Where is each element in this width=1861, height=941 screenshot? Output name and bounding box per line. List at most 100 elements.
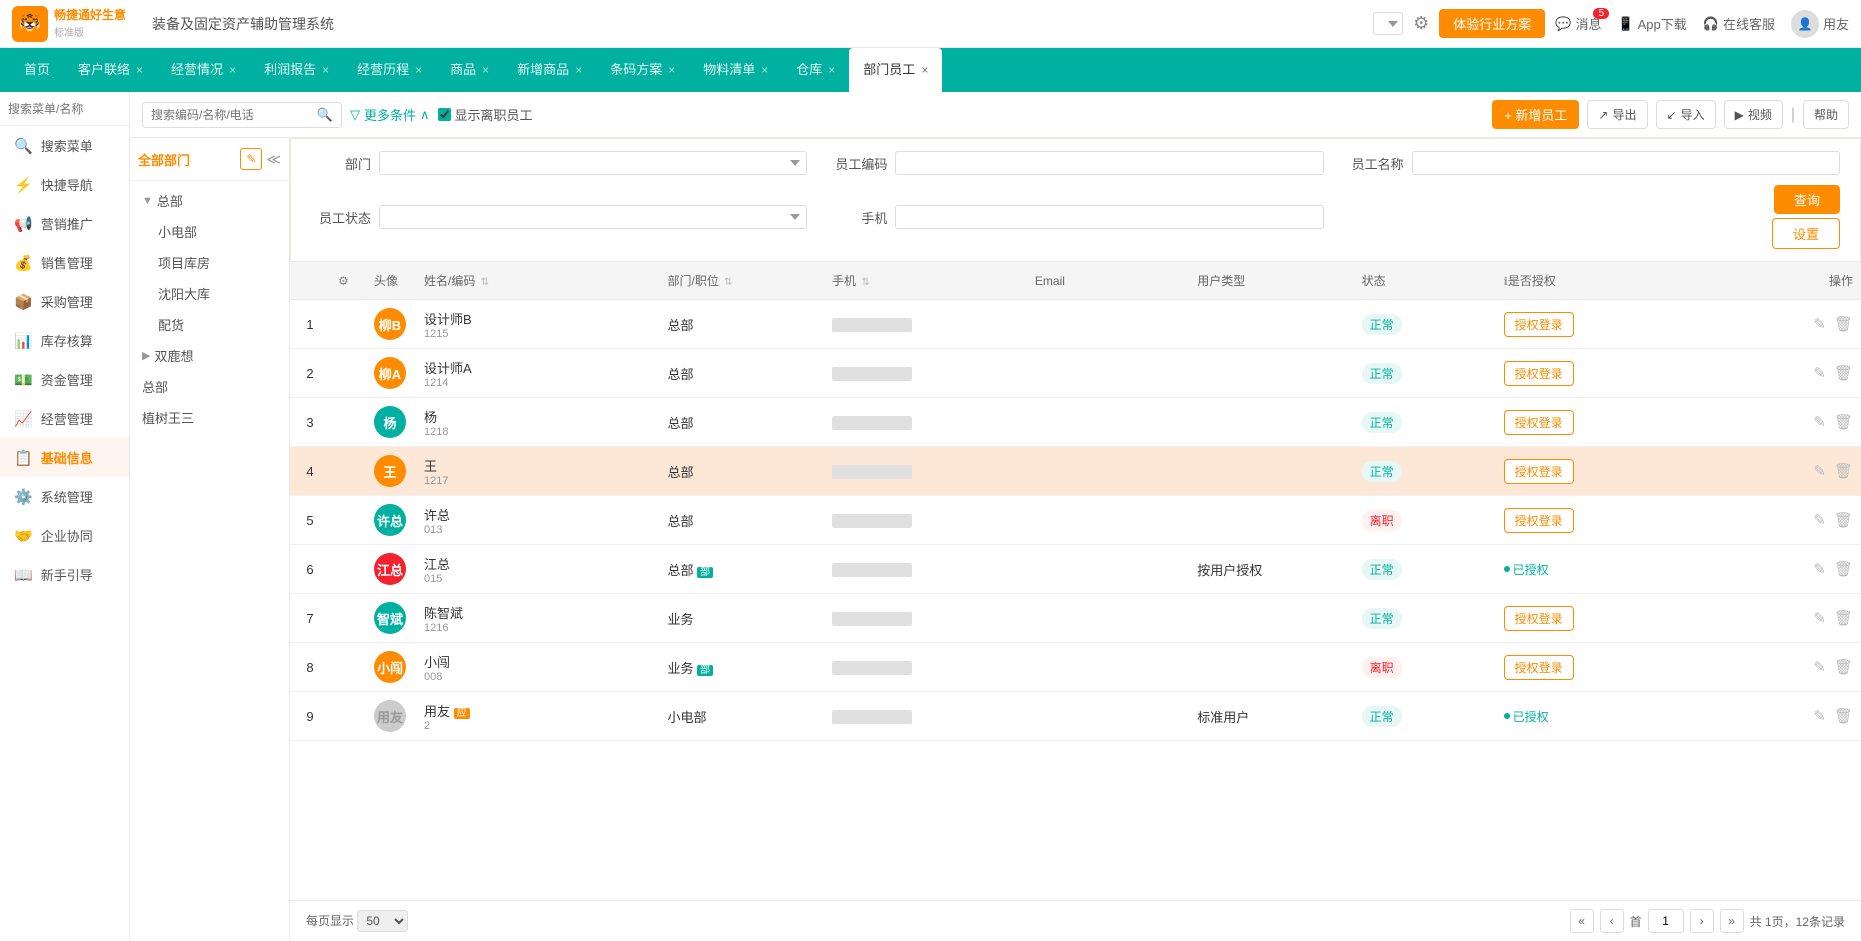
edit-icon[interactable]: ✎: [1813, 462, 1826, 480]
gear-icon[interactable]: ⚙: [1413, 13, 1429, 34]
video-btn[interactable]: ▶ 视频: [1724, 100, 1783, 129]
dept-item-project[interactable]: 项目库房: [150, 247, 289, 278]
empcode-input[interactable]: [895, 151, 1323, 175]
import-btn[interactable]: ↙ 导入: [1656, 100, 1716, 129]
help-btn[interactable]: 帮助: [1803, 100, 1849, 129]
sidebar-item-sales[interactable]: 💰销售管理: [0, 243, 129, 282]
delete-icon[interactable]: 🗑: [1834, 560, 1853, 578]
dept-edit-btn[interactable]: ✎: [240, 148, 262, 170]
edit-icon[interactable]: ✎: [1813, 364, 1826, 382]
tab-close-goods[interactable]: ×: [482, 48, 489, 92]
first-page-btn[interactable]: «: [1570, 909, 1594, 933]
message-btn[interactable]: 💬 消息 5: [1555, 14, 1601, 33]
add-employee-btn[interactable]: + 新增员工: [1492, 100, 1579, 129]
settings-icon[interactable]: ⚙: [338, 274, 349, 288]
tab-bom[interactable]: 物料清单 ×: [689, 48, 782, 92]
tab-close-add-goods[interactable]: ×: [575, 48, 582, 92]
tab-close-bom[interactable]: ×: [761, 48, 768, 92]
tab-goods[interactable]: 商品 ×: [436, 48, 503, 92]
edit-icon[interactable]: ✎: [1813, 413, 1826, 431]
search-input[interactable]: [151, 108, 313, 122]
search-btn[interactable]: 查询: [1774, 185, 1840, 214]
tab-close-barcode[interactable]: ×: [668, 48, 675, 92]
th-settings[interactable]: ⚙: [330, 262, 366, 300]
edit-icon[interactable]: ✎: [1813, 511, 1826, 529]
sidebar-item-operation[interactable]: 📈经营管理: [0, 399, 129, 438]
sidebar-search-input[interactable]: [8, 102, 130, 116]
dept-item-shuanglu[interactable]: ▶ 双鹿想: [130, 340, 289, 371]
dept-item-zongbu2[interactable]: 总部: [130, 371, 289, 402]
delete-icon[interactable]: 🗑: [1834, 315, 1853, 333]
edit-icon[interactable]: ✎: [1813, 658, 1826, 676]
online-service-btn[interactable]: 🎧 在线客服: [1703, 14, 1775, 33]
tab-close-operation[interactable]: ×: [229, 48, 236, 92]
dept-filter-select[interactable]: [379, 151, 807, 175]
sidebar-item-search[interactable]: 🔍搜索菜单: [0, 126, 129, 165]
auth-login-btn[interactable]: 授权登录: [1504, 606, 1574, 631]
tab-close-warehouse[interactable]: ×: [828, 48, 835, 92]
system-select[interactable]: [1373, 12, 1403, 35]
th-name[interactable]: 姓名/编码 ⇅: [416, 262, 660, 300]
auth-login-btn[interactable]: 授权登录: [1504, 459, 1574, 484]
sidebar-item-quick[interactable]: ⚡快捷导航: [0, 165, 129, 204]
edit-icon[interactable]: ✎: [1813, 315, 1826, 333]
dept-collapse-btn[interactable]: ≪: [266, 151, 281, 168]
th-dept[interactable]: 部门/职位 ⇅: [660, 262, 824, 300]
sidebar-item-basic[interactable]: 📋基础信息: [0, 438, 129, 477]
delete-icon[interactable]: 🗑: [1834, 364, 1853, 382]
tab-close-profit[interactable]: ×: [322, 48, 329, 92]
dept-item-shenyang[interactable]: 沈阳大库: [150, 278, 289, 309]
sidebar-item-purchase[interactable]: 📦采购管理: [0, 282, 129, 321]
tab-close-history[interactable]: ×: [415, 48, 422, 92]
auth-login-btn[interactable]: 授权登录: [1504, 508, 1574, 533]
edit-icon[interactable]: ✎: [1813, 560, 1826, 578]
show-resigned-checkbox[interactable]: 显示离职员工: [438, 105, 533, 124]
delete-icon[interactable]: 🗑: [1834, 462, 1853, 480]
app-download-btn[interactable]: 📱 App下载: [1617, 14, 1686, 33]
sidebar-item-inventory[interactable]: 📊库存核算: [0, 321, 129, 360]
export-btn[interactable]: ↗ 导出: [1587, 100, 1647, 129]
edit-icon[interactable]: ✎: [1813, 707, 1826, 725]
trial-btn[interactable]: 体验行业方案: [1439, 9, 1545, 38]
tab-close-customer[interactable]: ×: [136, 48, 143, 92]
tab-profit[interactable]: 利润报告 ×: [250, 48, 343, 92]
tab-customer[interactable]: 客户联络 ×: [64, 48, 157, 92]
edit-icon[interactable]: ✎: [1813, 609, 1826, 627]
tab-warehouse[interactable]: 仓库 ×: [782, 48, 849, 92]
th-phone[interactable]: 手机 ⇅: [824, 262, 1027, 300]
sidebar-item-finance[interactable]: 💵资金管理: [0, 360, 129, 399]
dept-item-xiaodian[interactable]: 小电部: [150, 216, 289, 247]
auth-login-btn[interactable]: 授权登录: [1504, 361, 1574, 386]
user-btn[interactable]: 👤 用友: [1791, 10, 1849, 38]
auth-login-btn[interactable]: 授权登录: [1504, 410, 1574, 435]
dept-item-zongbu[interactable]: ▼ 总部: [130, 185, 289, 216]
dept-item-peihuo[interactable]: 配货: [150, 309, 289, 340]
show-resigned-input[interactable]: [438, 108, 451, 121]
empstatus-select[interactable]: [379, 205, 807, 229]
dept-item-zhishu[interactable]: 植树王三: [130, 402, 289, 433]
auth-login-btn[interactable]: 授权登录: [1504, 312, 1574, 337]
empname-input[interactable]: [1412, 151, 1840, 175]
auth-login-btn[interactable]: 授权登录: [1504, 655, 1574, 680]
next-page-btn[interactable]: ›: [1690, 909, 1714, 933]
tab-operation[interactable]: 经营情况 ×: [157, 48, 250, 92]
prev-page-btn[interactable]: ‹: [1600, 909, 1624, 933]
tab-add-goods[interactable]: 新增商品 ×: [503, 48, 596, 92]
more-filter-btn[interactable]: ▽ 更多条件 ∧: [350, 105, 430, 124]
delete-icon[interactable]: 🗑: [1834, 707, 1853, 725]
tab-close-employees[interactable]: ×: [921, 48, 928, 92]
tab-barcode[interactable]: 条码方案 ×: [596, 48, 689, 92]
tab-employees[interactable]: 部门员工 ×: [849, 48, 942, 92]
delete-icon[interactable]: 🗑: [1834, 658, 1853, 676]
info-icon[interactable]: ℹ: [1504, 276, 1508, 288]
set-btn[interactable]: 设置: [1772, 218, 1840, 249]
tab-history[interactable]: 经营历程 ×: [343, 48, 436, 92]
tab-home[interactable]: 首页: [10, 48, 64, 92]
phone-input[interactable]: [895, 205, 1323, 229]
delete-icon[interactable]: 🗑: [1834, 609, 1853, 627]
page-size-select[interactable]: 50 100 200: [357, 910, 408, 932]
delete-icon[interactable]: 🗑: [1834, 413, 1853, 431]
sidebar-item-enterprise[interactable]: 🤝企业协同: [0, 516, 129, 555]
delete-icon[interactable]: 🗑: [1834, 511, 1853, 529]
sidebar-item-system[interactable]: ⚙️系统管理: [0, 477, 129, 516]
